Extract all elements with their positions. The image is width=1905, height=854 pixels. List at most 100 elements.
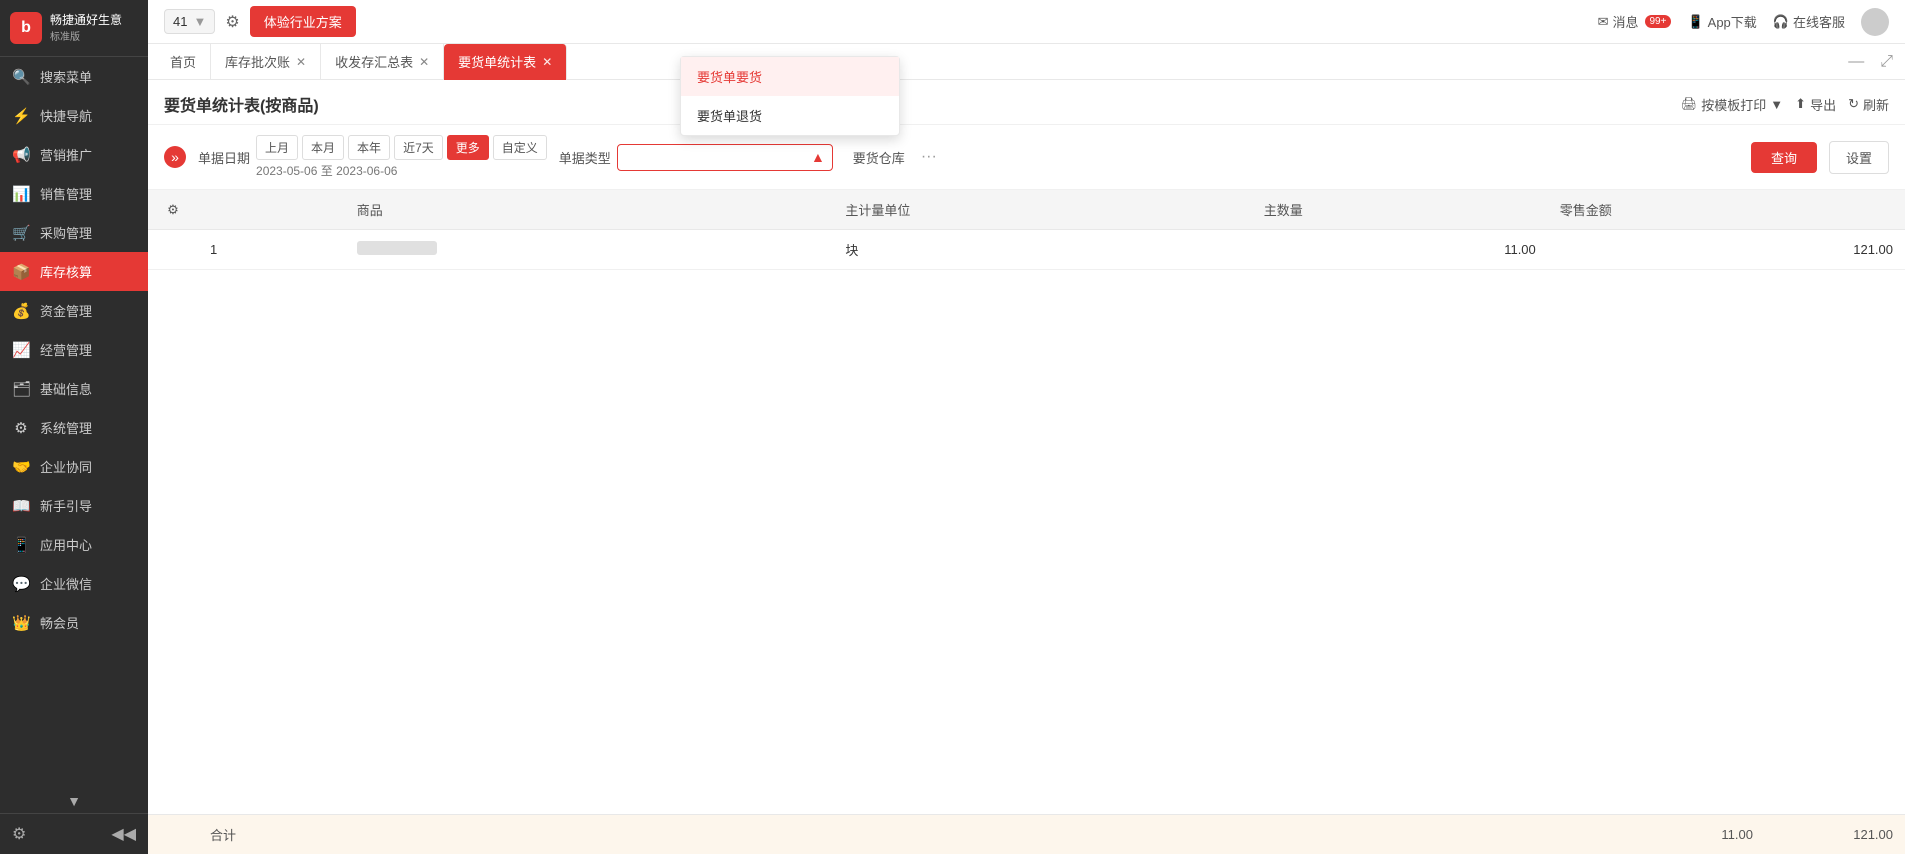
dropdown-item-purchase-order[interactable]: 要货单要货 bbox=[681, 80, 899, 96]
app-center-icon: 📱 bbox=[12, 536, 30, 554]
search-icon: 🔍 bbox=[12, 68, 30, 86]
message-icon: ✉ bbox=[1598, 14, 1609, 30]
footer-quantity: 11.00 bbox=[1653, 827, 1753, 842]
sidebar-item-operations[interactable]: 📈 经营管理 bbox=[0, 330, 148, 369]
warehouse-more-icon[interactable]: ··· bbox=[921, 148, 937, 166]
bill-type-label: 单据类型 bbox=[559, 148, 611, 167]
dropdown-item-purchase-return[interactable]: 要货单退货 bbox=[681, 96, 899, 135]
sidebar-collapse-icon[interactable]: ◀◀ bbox=[111, 824, 136, 844]
row-product-cell bbox=[345, 230, 834, 270]
table-col-amount: 零售金额 bbox=[1548, 190, 1905, 230]
user-avatar[interactable] bbox=[1861, 8, 1889, 36]
print-icon: 🖨 bbox=[1681, 96, 1698, 112]
tab-inventory-batch-close[interactable]: ✕ bbox=[296, 55, 306, 69]
export-icon: ⬆ bbox=[1795, 96, 1806, 112]
table-body: 1 块 11.00 121.00 bbox=[148, 230, 1905, 270]
sidebar-label-enterprise: 企业协同 bbox=[40, 457, 92, 476]
sidebar-item-guide[interactable]: 📖 新手引导 bbox=[0, 486, 148, 525]
sidebar-label-search: 搜索菜单 bbox=[40, 67, 92, 86]
filter-settings-button[interactable]: 设置 bbox=[1829, 141, 1889, 174]
store-selector[interactable]: 41 ▼ bbox=[164, 9, 215, 34]
enterprise-icon: 🤝 bbox=[12, 458, 30, 476]
more-date-button[interactable]: 更多 bbox=[447, 135, 489, 160]
print-template-button[interactable]: 🖨 按模板打印 ▼ bbox=[1681, 95, 1783, 114]
footer-amount: 121.00 bbox=[1773, 827, 1893, 842]
sidebar-scroll-down[interactable]: ▼ bbox=[0, 789, 148, 813]
tab-home-label: 首页 bbox=[170, 52, 196, 71]
sidebar-item-vip[interactable]: 👑 畅会员 bbox=[0, 603, 148, 642]
sidebar-item-search[interactable]: 🔍 搜索菜单 bbox=[0, 57, 148, 96]
filter-expand-button[interactable]: » bbox=[164, 146, 186, 168]
curr-month-button[interactable]: 本月 bbox=[302, 135, 344, 160]
tab-receive-summary-close[interactable]: ✕ bbox=[419, 55, 429, 69]
app-name: 畅捷通好生意 bbox=[50, 13, 122, 29]
header-settings-icon[interactable]: ⚙ bbox=[225, 12, 239, 32]
bill-type-group: 单据类型 ▲ bbox=[559, 144, 833, 171]
last-7days-button[interactable]: 近7天 bbox=[394, 135, 443, 160]
sidebar-label-marketing: 营销推广 bbox=[40, 145, 92, 164]
sidebar-item-enterprise[interactable]: 🤝 企业协同 bbox=[0, 447, 148, 486]
app-download-action[interactable]: 📱 App下载 bbox=[1687, 12, 1756, 31]
app-logo: b 畅捷通好生意 标准版 bbox=[0, 0, 148, 57]
custom-date-button[interactable]: 自定义 bbox=[493, 135, 547, 160]
sidebar-item-purchase[interactable]: 🛒 采购管理 bbox=[0, 213, 148, 252]
sales-icon: 📊 bbox=[12, 185, 30, 203]
operations-icon: 📈 bbox=[12, 341, 30, 359]
refresh-button[interactable]: ↻ 刷新 bbox=[1848, 95, 1889, 114]
tab-inventory-batch[interactable]: 库存批次账 ✕ bbox=[211, 44, 321, 80]
row-quantity-cell: 11.00 bbox=[1252, 230, 1548, 270]
purchase-icon: 🛒 bbox=[12, 224, 30, 242]
tab-minimize-button[interactable]: — bbox=[1844, 53, 1868, 71]
row-gear-cell bbox=[148, 230, 198, 270]
tab-home[interactable]: 首页 bbox=[156, 44, 211, 80]
export-button[interactable]: ⬆ 导出 bbox=[1795, 95, 1836, 114]
table-col-settings[interactable]: ⚙ bbox=[148, 190, 198, 230]
sidebar-settings-icon[interactable]: ⚙ bbox=[12, 824, 26, 844]
trial-button[interactable]: 体验行业方案 bbox=[250, 6, 356, 37]
quick-nav-icon: ⚡ bbox=[12, 107, 30, 125]
sidebar-label-inventory: 库存核算 bbox=[40, 262, 92, 281]
data-table: ⚙ 商品 主计量单位 主数量 零售金额 1 bbox=[148, 190, 1905, 270]
sidebar-label-app-center: 应用中心 bbox=[40, 535, 92, 554]
store-name: 41 bbox=[173, 14, 187, 29]
print-template-label: 按模板打印 bbox=[1701, 95, 1766, 114]
sidebar-bottom: ⚙ ◀◀ bbox=[0, 813, 148, 854]
top-header: 41 ▼ ⚙ 体验行业方案 ✉ 消息 99+ 📱 App下载 🎧 在线客服 bbox=[148, 0, 1905, 44]
tab-bar-actions: — ⤢ bbox=[1844, 53, 1897, 71]
row-unit-cell: 块 bbox=[833, 230, 1251, 270]
online-service-action[interactable]: 🎧 在线客服 bbox=[1773, 12, 1845, 31]
date-filter-group: 单据日期 上月 本月 本年 近7天 更多 自定义 2023-05-06 至 20… bbox=[198, 135, 547, 179]
sidebar-item-quick-nav[interactable]: ⚡ 快捷导航 bbox=[0, 96, 148, 135]
sidebar-item-sales[interactable]: 📊 销售管理 bbox=[0, 174, 148, 213]
sidebar-item-finance[interactable]: 💰 资金管理 bbox=[0, 291, 148, 330]
scroll-down-icon[interactable]: ▼ bbox=[67, 793, 81, 809]
tab-order-stats[interactable]: 要货单统计表 ✕ bbox=[444, 44, 567, 80]
page-actions: 🖨 按模板打印 ▼ ⬆ 导出 ↻ 刷新 bbox=[1681, 95, 1889, 114]
guide-icon: 📖 bbox=[12, 497, 30, 515]
print-chevron-icon: ▼ bbox=[1770, 97, 1783, 112]
inventory-icon: 📦 bbox=[12, 263, 30, 281]
app-download-label: App下载 bbox=[1708, 12, 1757, 31]
tab-bar: 首页 库存批次账 ✕ 收发存汇总表 ✕ 要货单统计表 ✕ — ⤢ bbox=[148, 44, 1905, 80]
sidebar-item-wechat[interactable]: 💬 企业微信 bbox=[0, 564, 148, 603]
tab-order-stats-close[interactable]: ✕ bbox=[542, 55, 552, 69]
sidebar-label-quick-nav: 快捷导航 bbox=[40, 106, 92, 125]
prev-month-button[interactable]: 上月 bbox=[256, 135, 298, 160]
messages-badge: 99+ bbox=[1645, 15, 1672, 28]
sidebar-item-app-center[interactable]: 📱 应用中心 bbox=[0, 525, 148, 564]
sidebar-item-system[interactable]: ⚙ 系统管理 bbox=[0, 408, 148, 447]
bill-type-select[interactable] bbox=[617, 144, 833, 171]
tab-maximize-button[interactable]: ⤢ bbox=[1876, 53, 1897, 71]
table-header-row: ⚙ 商品 主计量单位 主数量 零售金额 bbox=[148, 190, 1905, 230]
date-group: 上月 本月 本年 近7天 更多 自定义 2023-05-06 至 2023-06… bbox=[256, 135, 547, 179]
messages-action[interactable]: ✉ 消息 99+ bbox=[1598, 12, 1672, 31]
sidebar-item-marketing[interactable]: 📢 营销推广 bbox=[0, 135, 148, 174]
sidebar-item-inventory[interactable]: 📦 库存核算 bbox=[0, 252, 148, 291]
export-label: 导出 bbox=[1810, 95, 1836, 114]
sidebar-label-wechat: 企业微信 bbox=[40, 574, 92, 593]
tab-receive-summary[interactable]: 收发存汇总表 ✕ bbox=[321, 44, 444, 80]
sidebar-item-base-info[interactable]: 🗂 基础信息 bbox=[0, 369, 148, 408]
curr-year-button[interactable]: 本年 bbox=[348, 135, 390, 160]
table-col-unit: 主计量单位 bbox=[833, 190, 1251, 230]
query-button[interactable]: 查询 bbox=[1751, 142, 1817, 173]
